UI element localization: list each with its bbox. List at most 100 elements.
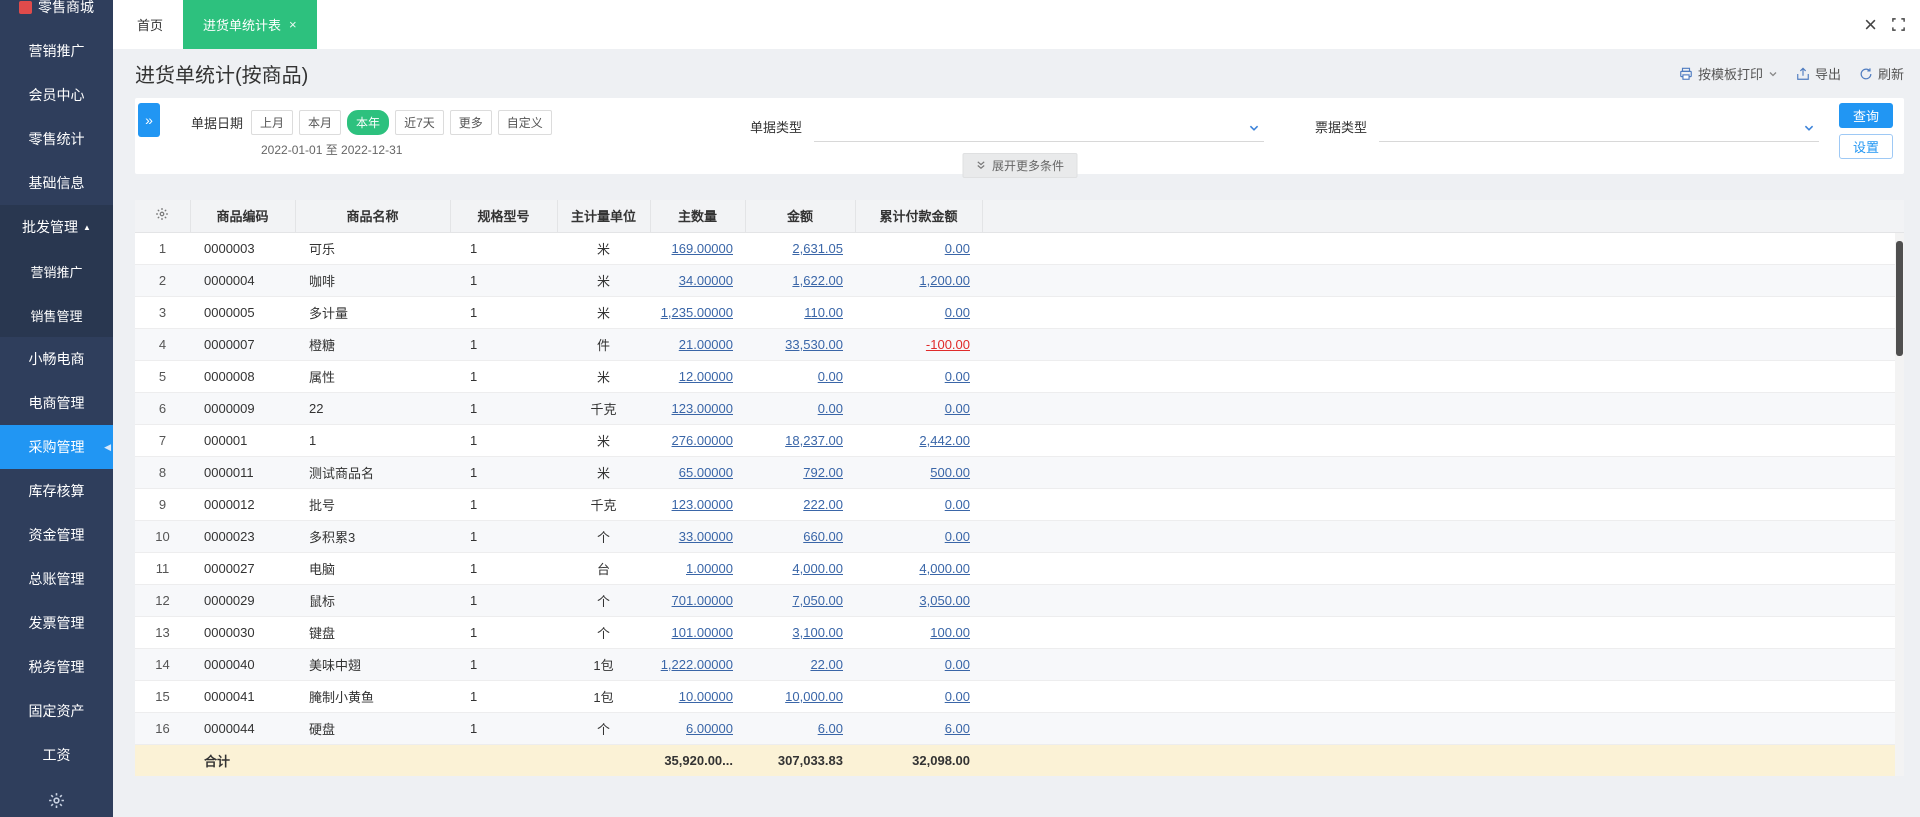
table-row[interactable]: 9 0000012 批号 1 千克 123.00000 222.00 0.00 [135,488,1904,521]
amount-link[interactable]: 4,000.00 [792,561,843,576]
paid-link[interactable]: 0.00 [945,369,970,384]
collapse-filters-button[interactable]: » [138,103,160,137]
sidebar-item-2[interactable]: 会员中心 [0,73,113,117]
sidebar-item-17[interactable]: 工资 [0,733,113,777]
sidebar-item-14[interactable]: 发票管理 [0,601,113,645]
sidebar-item-11[interactable]: 库存核算 [0,469,113,513]
close-icon[interactable]: × [1864,13,1877,36]
scrollbar-thumb[interactable] [1896,241,1903,356]
print-by-template-button[interactable]: 按模板打印 [1679,64,1778,83]
fullscreen-icon[interactable] [1891,17,1906,32]
qty-link[interactable]: 123.00000 [672,401,733,416]
table-row[interactable]: 7 000001 1 1 米 276.00000 18,237.00 2,442.00 [135,424,1904,457]
qty-link[interactable]: 1,235.00000 [661,305,733,320]
table-row[interactable]: 3 0000005 多计量 1 米 1,235.00000 110.00 0.00 [135,296,1904,329]
table-row[interactable]: 16 0000044 硬盘 1 个 6.00000 6.00 6.00 [135,712,1904,745]
amount-link[interactable]: 222.00 [803,497,843,512]
doc-type-select[interactable] [814,114,1265,142]
bill-type-select[interactable] [1379,114,1820,142]
sidebar-item-1[interactable]: 营销推广 [0,29,113,73]
table-row[interactable]: 5 0000008 属性 1 米 12.00000 0.00 0.00 [135,360,1904,393]
table-row[interactable]: 13 0000030 键盘 1 个 101.00000 3,100.00 100.00 [135,616,1904,649]
amount-link[interactable]: 660.00 [803,529,843,544]
amount-link[interactable]: 18,237.00 [785,433,843,448]
sidebar-item-10[interactable]: 采购管理 ◀ [0,425,113,469]
paid-link[interactable]: -100.00 [926,337,970,352]
table-row[interactable]: 10 0000023 多积累3 1 个 33.00000 660.00 0.00 [135,520,1904,553]
search-button[interactable]: 查询 [1839,103,1893,128]
table-scrollbar[interactable] [1895,233,1904,776]
date-button-3[interactable]: 近7天 [395,110,444,135]
date-button-2[interactable]: 本年 [347,110,390,135]
table-row[interactable]: 4 0000007 橙糖 1 件 21.00000 33,530.00 -100.00 [135,328,1904,361]
table-row[interactable]: 6 0000009 22 1 千克 123.00000 0.00 0.00 [135,392,1904,425]
date-button-5[interactable]: 自定义 [497,110,552,135]
qty-link[interactable]: 701.00000 [672,593,733,608]
date-button-1[interactable]: 本月 [299,110,342,135]
paid-link[interactable]: 4,000.00 [919,561,970,576]
amount-link[interactable]: 792.00 [803,465,843,480]
sidebar-item-6[interactable]: 营销推广 [0,249,113,293]
paid-link[interactable]: 0.00 [945,401,970,416]
qty-link[interactable]: 101.00000 [672,625,733,640]
amount-link[interactable]: 33,530.00 [785,337,843,352]
tab-0[interactable]: 首页 [117,0,183,49]
table-row[interactable]: 1 0000003 可乐 1 米 169.00000 2,631.05 0.00 [135,232,1904,265]
table-row[interactable]: 12 0000029 鼠标 1 个 701.00000 7,050.00 3,050.00 [135,584,1904,617]
sidebar-item-9[interactable]: 电商管理 [0,381,113,425]
paid-link[interactable]: 6.00 [945,721,970,736]
paid-link[interactable]: 3,050.00 [919,593,970,608]
column-settings-header[interactable] [135,200,191,233]
amount-link[interactable]: 10,000.00 [785,689,843,704]
amount-link[interactable]: 3,100.00 [792,625,843,640]
paid-link[interactable]: 0.00 [945,529,970,544]
date-button-0[interactable]: 上月 [251,110,294,135]
amount-link[interactable]: 0.00 [818,369,843,384]
sidebar-item-8[interactable]: 小畅电商 [0,337,113,381]
amount-link[interactable]: 6.00 [818,721,843,736]
qty-link[interactable]: 123.00000 [672,497,733,512]
refresh-button[interactable]: 刷新 [1859,64,1904,83]
qty-link[interactable]: 169.00000 [672,241,733,256]
settings-gear-icon[interactable] [48,792,65,809]
paid-link[interactable]: 100.00 [930,625,970,640]
sidebar-item-16[interactable]: 固定资产 [0,689,113,733]
table-row[interactable]: 2 0000004 咖啡 1 米 34.00000 1,622.00 1,200.00 [135,264,1904,297]
qty-link[interactable]: 1,222.00000 [661,657,733,672]
export-button[interactable]: 导出 [1796,64,1841,83]
qty-link[interactable]: 21.00000 [679,337,733,352]
amount-link[interactable]: 110.00 [804,305,843,320]
paid-link[interactable]: 0.00 [945,497,970,512]
settings-button[interactable]: 设置 [1839,134,1893,159]
date-button-4[interactable]: 更多 [449,110,492,135]
sidebar-item-7[interactable]: 销售管理 [0,293,113,337]
paid-link[interactable]: 500.00 [930,465,970,480]
sidebar-item-15[interactable]: 税务管理 [0,645,113,689]
amount-link[interactable]: 0.00 [818,401,843,416]
qty-link[interactable]: 12.00000 [679,369,733,384]
qty-link[interactable]: 34.00000 [679,273,733,288]
paid-link[interactable]: 0.00 [945,305,970,320]
table-row[interactable]: 15 0000041 腌制小黄鱼 1 1包 10.00000 10,000.00 0.00 [135,680,1904,713]
table-row[interactable]: 11 0000027 电脑 1 台 1.00000 4,000.00 4,000.00 [135,552,1904,585]
tab-close-icon[interactable]: × [289,17,297,32]
sidebar-item-3[interactable]: 零售统计 [0,117,113,161]
amount-link[interactable]: 1,622.00 [792,273,843,288]
qty-link[interactable]: 6.00000 [686,721,733,736]
tab-1[interactable]: 进货单统计表 × [183,0,317,49]
expand-more-button[interactable]: 展开更多条件 [961,153,1078,178]
paid-link[interactable]: 0.00 [945,241,970,256]
qty-link[interactable]: 10.00000 [679,689,733,704]
sidebar-item-5[interactable]: 批发管理 ▲ [0,205,113,249]
table-row[interactable]: 14 0000040 美味中翅 1 1包 1,222.00000 22.00 0.00 [135,648,1904,681]
paid-link[interactable]: 0.00 [945,657,970,672]
sidebar-item-0[interactable]: 零售商城 [0,0,113,29]
sidebar-item-4[interactable]: 基础信息 [0,161,113,205]
sidebar-item-12[interactable]: 资金管理 [0,513,113,557]
paid-link[interactable]: 0.00 [945,689,970,704]
amount-link[interactable]: 7,050.00 [792,593,843,608]
qty-link[interactable]: 276.00000 [672,433,733,448]
amount-link[interactable]: 2,631.05 [792,241,843,256]
amount-link[interactable]: 22.00 [810,657,843,672]
qty-link[interactable]: 65.00000 [679,465,733,480]
